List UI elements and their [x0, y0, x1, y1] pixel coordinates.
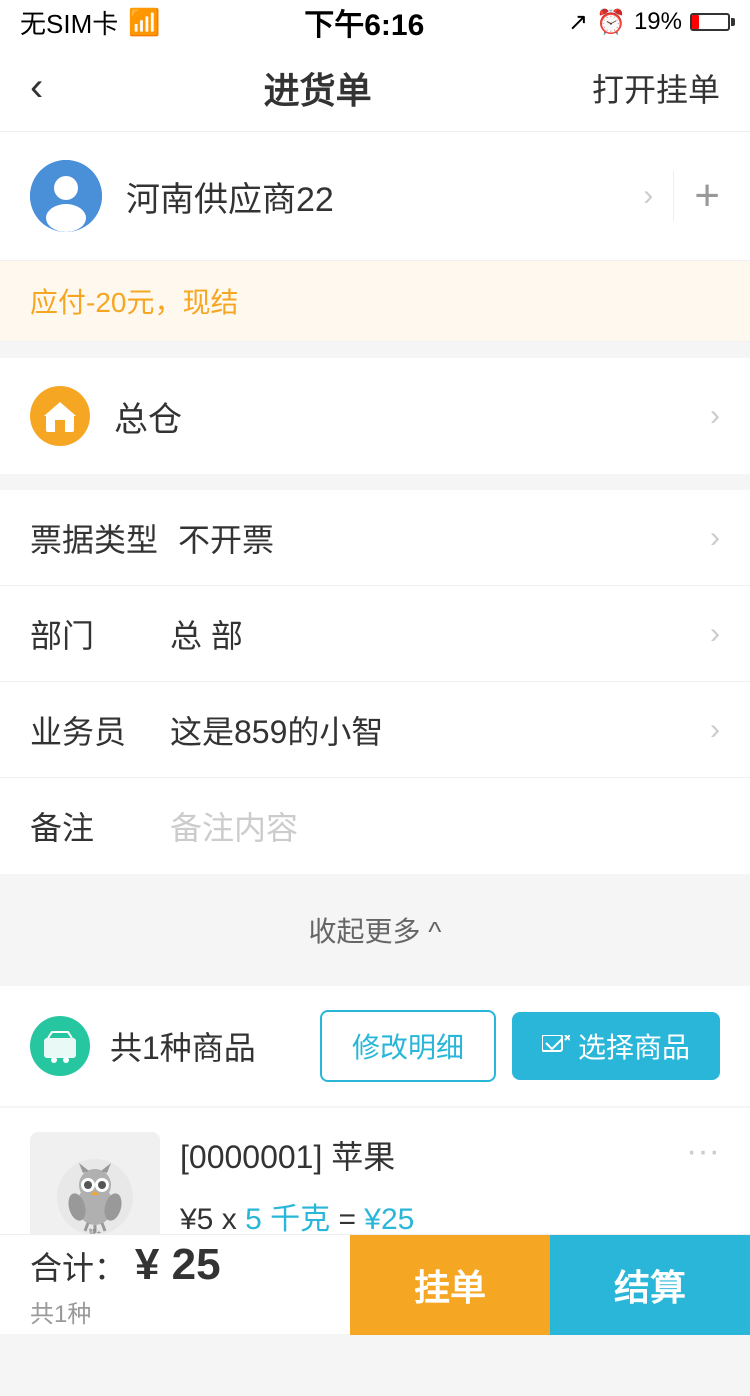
avatar-svg	[30, 160, 102, 232]
product-name: [0000001] 苹果	[180, 1132, 666, 1178]
price-multiply: x	[222, 1203, 245, 1236]
invoice-chevron-icon: ›	[710, 521, 720, 555]
cart-svg	[42, 1028, 78, 1064]
staff-row[interactable]: 业务员 这是859的小智 ›	[0, 682, 750, 778]
collapse-button[interactable]: 收起更多 ^	[0, 890, 750, 970]
alarm-icon: ⏰	[596, 8, 626, 37]
total-value: ¥25	[364, 1203, 414, 1236]
edit-detail-button[interactable]: 修改明细	[320, 1010, 496, 1082]
warehouse-chevron-icon: ›	[710, 399, 720, 433]
dept-chevron-icon: ›	[710, 617, 720, 651]
form-section: 票据类型 不开票 › 部门 总 部 › 业务员 这是859的小智 › 备注 备注…	[0, 490, 750, 874]
status-left: 无SIM卡 📶	[20, 4, 161, 41]
staff-chevron-icon: ›	[710, 713, 720, 747]
status-right: ↗ ⏰ 19%	[568, 8, 730, 37]
back-button[interactable]: ‹	[30, 65, 43, 110]
dept-value: 总 部	[170, 611, 710, 657]
select-product-icon	[542, 1035, 570, 1057]
supplier-row[interactable]: 河南供应商22 › +	[0, 132, 750, 261]
supplier-chevron-icon: ›	[643, 179, 653, 213]
wifi-icon: 📶	[128, 7, 160, 38]
add-supplier-button[interactable]: +	[694, 171, 720, 221]
product-count: 共1种商品	[110, 1023, 320, 1069]
product-icon	[30, 1016, 90, 1076]
invoice-row[interactable]: 票据类型 不开票 ›	[0, 490, 750, 586]
invoice-label: 票据类型	[30, 515, 158, 561]
hang-button[interactable]: 挂单	[350, 1235, 550, 1335]
dept-label: 部门	[30, 611, 150, 657]
battery-percentage: 19%	[634, 8, 682, 36]
staff-label: 业务员	[30, 707, 150, 753]
divider	[673, 171, 674, 221]
staff-value: 这是859的小智	[170, 707, 710, 753]
balance-notice: 应付-20元，现结	[0, 261, 750, 342]
remark-input[interactable]: 备注内容	[170, 803, 720, 849]
checkout-button[interactable]: 结算	[550, 1235, 750, 1335]
collapse-label: 收起更多 ^	[309, 910, 442, 950]
dept-row[interactable]: 部门 总 部 ›	[0, 586, 750, 682]
warehouse-section[interactable]: 总仓 ›	[0, 358, 750, 474]
total-label: 合计：	[30, 1250, 126, 1286]
remark-row[interactable]: 备注 备注内容	[0, 778, 750, 874]
page-title: 进货单	[264, 62, 372, 114]
price-value: ¥5	[180, 1203, 213, 1236]
unit-value: 千克	[270, 1203, 330, 1236]
invoice-value: 不开票	[178, 515, 710, 561]
header: ‹ 进货单 打开挂单	[0, 44, 750, 132]
total-line: 合计： ¥ 25	[30, 1240, 320, 1290]
product-id: [0000001]	[180, 1139, 322, 1175]
product-owl-logo: 智+	[55, 1157, 135, 1237]
status-bar: 无SIM卡 📶 下午6:16 ↗ ⏰ 19%	[0, 0, 750, 44]
select-product-label: 选择商品	[578, 1026, 690, 1066]
warehouse-name: 总仓	[114, 392, 710, 441]
remark-label: 备注	[30, 803, 150, 849]
equals-sign: =	[338, 1203, 364, 1236]
warehouse-row[interactable]: 总仓 ›	[0, 358, 750, 474]
location-icon: ↗	[568, 8, 588, 37]
warehouse-icon	[30, 386, 90, 446]
product-price: ¥5 x 5 千克 = ¥25	[180, 1194, 666, 1238]
product-header: 共1种商品 修改明细 选择商品	[0, 986, 750, 1106]
supplier-avatar	[30, 160, 102, 232]
quantity-value: 5	[245, 1203, 262, 1236]
total-amount: ¥ 25	[135, 1240, 221, 1289]
product-info: [0000001] 苹果 ¥5 x 5 千克 = ¥25	[180, 1132, 666, 1238]
product-more-button[interactable]: ···	[686, 1132, 720, 1171]
content: 河南供应商22 › + 应付-20元，现结 总仓 › 票据类型 不开票 ›	[0, 132, 750, 1396]
open-hang-button[interactable]: 打开挂单	[592, 65, 720, 111]
battery-icon	[690, 13, 730, 31]
product-title: 苹果	[331, 1139, 395, 1175]
supplier-section: 河南供应商22 › + 应付-20元，现结	[0, 132, 750, 342]
footer-total: 合计： ¥ 25 共1种	[0, 1240, 350, 1329]
select-product-button[interactable]: 选择商品	[512, 1012, 720, 1080]
warehouse-svg	[42, 398, 78, 434]
total-count: 共1种	[30, 1294, 320, 1329]
carrier-text: 无SIM卡	[20, 4, 118, 41]
status-time: 下午6:16	[304, 0, 424, 44]
supplier-name: 河南供应商22	[126, 172, 643, 221]
footer: 合计： ¥ 25 共1种 挂单 结算	[0, 1234, 750, 1334]
